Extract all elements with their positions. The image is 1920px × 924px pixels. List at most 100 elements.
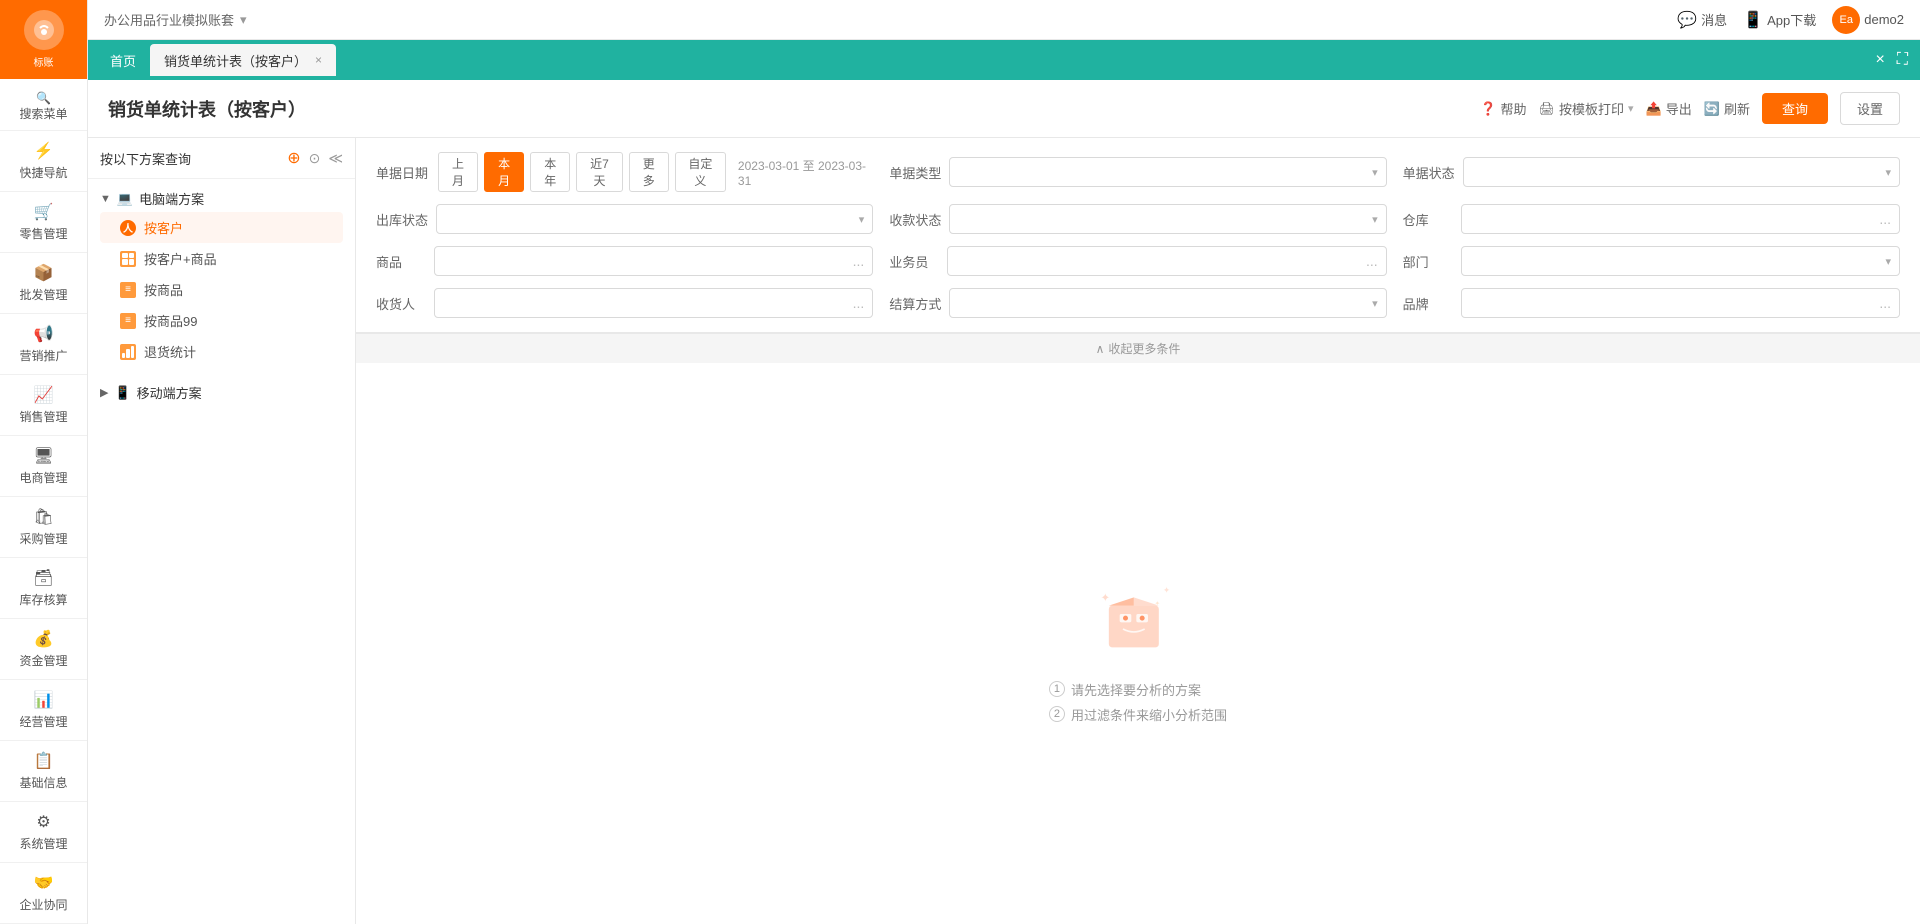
logo-text: 标账 bbox=[34, 54, 54, 69]
brand-control[interactable]: ... bbox=[1461, 288, 1900, 318]
scheme-item-by-goods[interactable]: ≡ 按商品 bbox=[100, 274, 343, 305]
filter-salesperson: 业务员 ... bbox=[889, 246, 1386, 276]
department-control[interactable]: ▾ bbox=[1461, 246, 1900, 276]
filter-form: 单据日期 上月 本月 本年 近7天 更多 自定义 2023-03-01 至 20… bbox=[356, 138, 1920, 333]
page-header: 销货单统计表（按客户） ❓ 帮助 🖨 按模板打印 ▾ 📤 导出 🔄 刷新 bbox=[88, 80, 1920, 138]
basic-info-icon: 📋 bbox=[34, 751, 54, 771]
outbound-control[interactable]: ▾ bbox=[436, 204, 873, 234]
shortcut-more[interactable]: 更多 bbox=[629, 152, 669, 192]
sidebar-item-finance[interactable]: 💰 资金管理 bbox=[0, 619, 87, 680]
top-header: 办公用品行业模拟账套 ▾ 💬 消息 📱 App下载 Ea demo2 bbox=[88, 0, 1920, 40]
system-icon: ⚙ bbox=[34, 812, 54, 832]
scheme-item-by-goods99[interactable]: ≡ 按商品99 bbox=[100, 305, 343, 336]
goods-control[interactable]: ... bbox=[434, 246, 873, 276]
sidebar-item-marketing[interactable]: 📢 营销推广 bbox=[0, 314, 87, 375]
empty-tips: 1 请先选择要分析的方案 2 用过滤条件来缩小分析范围 bbox=[1049, 680, 1227, 724]
goods-dots[interactable]: ... bbox=[853, 253, 865, 269]
brand-dots[interactable]: ... bbox=[1879, 295, 1891, 311]
collapse-scheme-icon[interactable]: ≪ bbox=[328, 150, 343, 167]
empty-state-illustration: ✦ ✦ ✦ bbox=[1088, 564, 1188, 664]
filter-payment-status: 收款状态 ▾ bbox=[889, 204, 1386, 234]
scheme-header-icons: ⊕ ⊙ ≪ bbox=[287, 148, 343, 168]
add-scheme-icon[interactable]: ⊕ bbox=[287, 148, 300, 168]
warehouse-dots[interactable]: ... bbox=[1879, 211, 1891, 227]
svg-text:✦: ✦ bbox=[1155, 599, 1161, 607]
shortcut-last-month[interactable]: 上月 bbox=[438, 152, 478, 192]
query-button[interactable]: 查询 bbox=[1762, 93, 1828, 124]
receiver-dots[interactable]: ... bbox=[853, 295, 865, 311]
download-icon: 📱 bbox=[1743, 10, 1763, 30]
sidebar-item-ecommerce[interactable]: 🖥 电商管理 bbox=[0, 436, 87, 497]
export-icon: 📤 bbox=[1646, 101, 1662, 117]
salesperson-control[interactable]: ... bbox=[947, 246, 1386, 276]
help-button[interactable]: ❓ 帮助 bbox=[1480, 99, 1526, 118]
category-desktop-label: 电脑端方案 bbox=[139, 189, 204, 208]
ecommerce-icon: 🖥 bbox=[34, 446, 54, 466]
scheme-category-desktop-header[interactable]: ▼ 💻 电脑端方案 bbox=[100, 185, 343, 212]
scheme-item-returns[interactable]: 退货统计 bbox=[100, 336, 343, 367]
sidebar-item-basic-info[interactable]: 📋 基础信息 bbox=[0, 741, 87, 802]
page-title: 销货单统计表（按客户） bbox=[108, 96, 306, 122]
window-close-button[interactable]: × bbox=[1873, 49, 1886, 71]
shortcut-this-year[interactable]: 本年 bbox=[530, 152, 570, 192]
inventory-icon: 🗃 bbox=[34, 568, 54, 588]
filter-row-3: 商品 ... 业务员 ... bbox=[376, 246, 1900, 276]
filter-order-type: 单据类型 ▾ bbox=[889, 157, 1386, 187]
tip-text-1: 请先选择要分析的方案 bbox=[1071, 680, 1201, 699]
shortcut-custom[interactable]: 自定义 bbox=[675, 152, 726, 192]
filter-warehouse: 仓库 ... bbox=[1403, 204, 1900, 234]
wholesale-icon: 📦 bbox=[34, 263, 54, 283]
settings-button[interactable]: 设置 bbox=[1840, 92, 1900, 125]
scheme-item-by-customer[interactable]: 人 按客户 bbox=[100, 212, 343, 243]
order-status-control[interactable]: ▾ bbox=[1463, 157, 1900, 187]
print-button[interactable]: 🖨 按模板打印 ▾ bbox=[1539, 99, 1634, 118]
collapse-label: 收起更多条件 bbox=[1108, 340, 1180, 357]
export-button[interactable]: 📤 导出 bbox=[1646, 99, 1692, 118]
page-header-actions: ❓ 帮助 🖨 按模板打印 ▾ 📤 导出 🔄 刷新 查询 设置 bbox=[1480, 92, 1900, 125]
sidebar-item-wholesale[interactable]: 📦 批发管理 bbox=[0, 253, 87, 314]
refresh-button[interactable]: 🔄 刷新 bbox=[1704, 99, 1750, 118]
sidebar-item-purchase[interactable]: 🛍 采购管理 bbox=[0, 497, 87, 558]
scheme-category-desktop: ▼ 💻 电脑端方案 人 按客户 bbox=[88, 179, 355, 373]
header-right: 💬 消息 📱 App下载 Ea demo2 bbox=[1677, 6, 1904, 34]
receiver-control[interactable]: ... bbox=[434, 288, 873, 318]
order-type-dropdown-icon: ▾ bbox=[1372, 166, 1378, 179]
sidebar-item-sales[interactable]: 📈 销售管理 bbox=[0, 375, 87, 436]
operations-icon: 📊 bbox=[34, 690, 54, 710]
sidebar-item-operations[interactable]: 📊 经营管理 bbox=[0, 680, 87, 741]
payment-status-dropdown-icon: ▾ bbox=[1372, 213, 1378, 226]
scheme-item-by-customer-goods[interactable]: 按客户+商品 bbox=[100, 243, 343, 274]
message-button[interactable]: 💬 消息 bbox=[1677, 10, 1727, 30]
window-resize-button[interactable]: ⛶ bbox=[1895, 49, 1910, 71]
tab-active[interactable]: 销货单统计表（按客户） × bbox=[150, 44, 336, 76]
scheme-panel: 按以下方案查询 ⊕ ⊙ ≪ ▼ 💻 电脑端方案 bbox=[88, 138, 356, 924]
tab-close-icon[interactable]: × bbox=[315, 53, 322, 67]
category-expand-icon: ▼ bbox=[100, 193, 111, 205]
filter-order-status: 单据状态 ▾ bbox=[1403, 157, 1900, 187]
warehouse-control[interactable]: ... bbox=[1461, 204, 1900, 234]
settlement-label: 结算方式 bbox=[889, 294, 941, 313]
order-type-control[interactable]: ▾ bbox=[949, 157, 1386, 187]
settings-scheme-icon[interactable]: ⊙ bbox=[309, 150, 321, 167]
sidebar-item-retail[interactable]: 🛒 零售管理 bbox=[0, 192, 87, 253]
app-download-button[interactable]: 📱 App下载 bbox=[1743, 10, 1816, 30]
sidebar-item-system[interactable]: ⚙ 系统管理 bbox=[0, 802, 87, 863]
sidebar-item-quick-nav[interactable]: ⚡ 快捷导航 bbox=[0, 131, 87, 192]
sidebar-item-enterprise[interactable]: 🤝 企业协同 bbox=[0, 863, 87, 924]
sidebar-item-inventory[interactable]: 🗃 库存核算 bbox=[0, 558, 87, 619]
collapse-bar[interactable]: ∧ 收起更多条件 bbox=[356, 333, 1920, 363]
tab-home[interactable]: 首页 bbox=[96, 44, 150, 76]
dropdown-arrow-icon[interactable]: ▾ bbox=[240, 12, 247, 28]
payment-status-control[interactable]: ▾ bbox=[949, 204, 1386, 234]
empty-tip-1: 1 请先选择要分析的方案 bbox=[1049, 680, 1227, 699]
shortcut-7days[interactable]: 近7天 bbox=[576, 152, 622, 192]
filter-goods: 商品 ... bbox=[376, 246, 873, 276]
sidebar-item-search[interactable]: 🔍 搜索菜单 bbox=[0, 79, 87, 131]
scheme-header: 按以下方案查询 ⊕ ⊙ ≪ bbox=[88, 138, 355, 179]
user-profile[interactable]: Ea demo2 bbox=[1832, 6, 1904, 34]
scheme-category-mobile-header[interactable]: ▶ 📱 移动端方案 bbox=[100, 379, 343, 406]
shortcut-this-month[interactable]: 本月 bbox=[484, 152, 524, 192]
salesperson-dots[interactable]: ... bbox=[1366, 253, 1378, 269]
order-type-label: 单据类型 bbox=[889, 163, 941, 182]
settlement-control[interactable]: ▾ bbox=[949, 288, 1386, 318]
